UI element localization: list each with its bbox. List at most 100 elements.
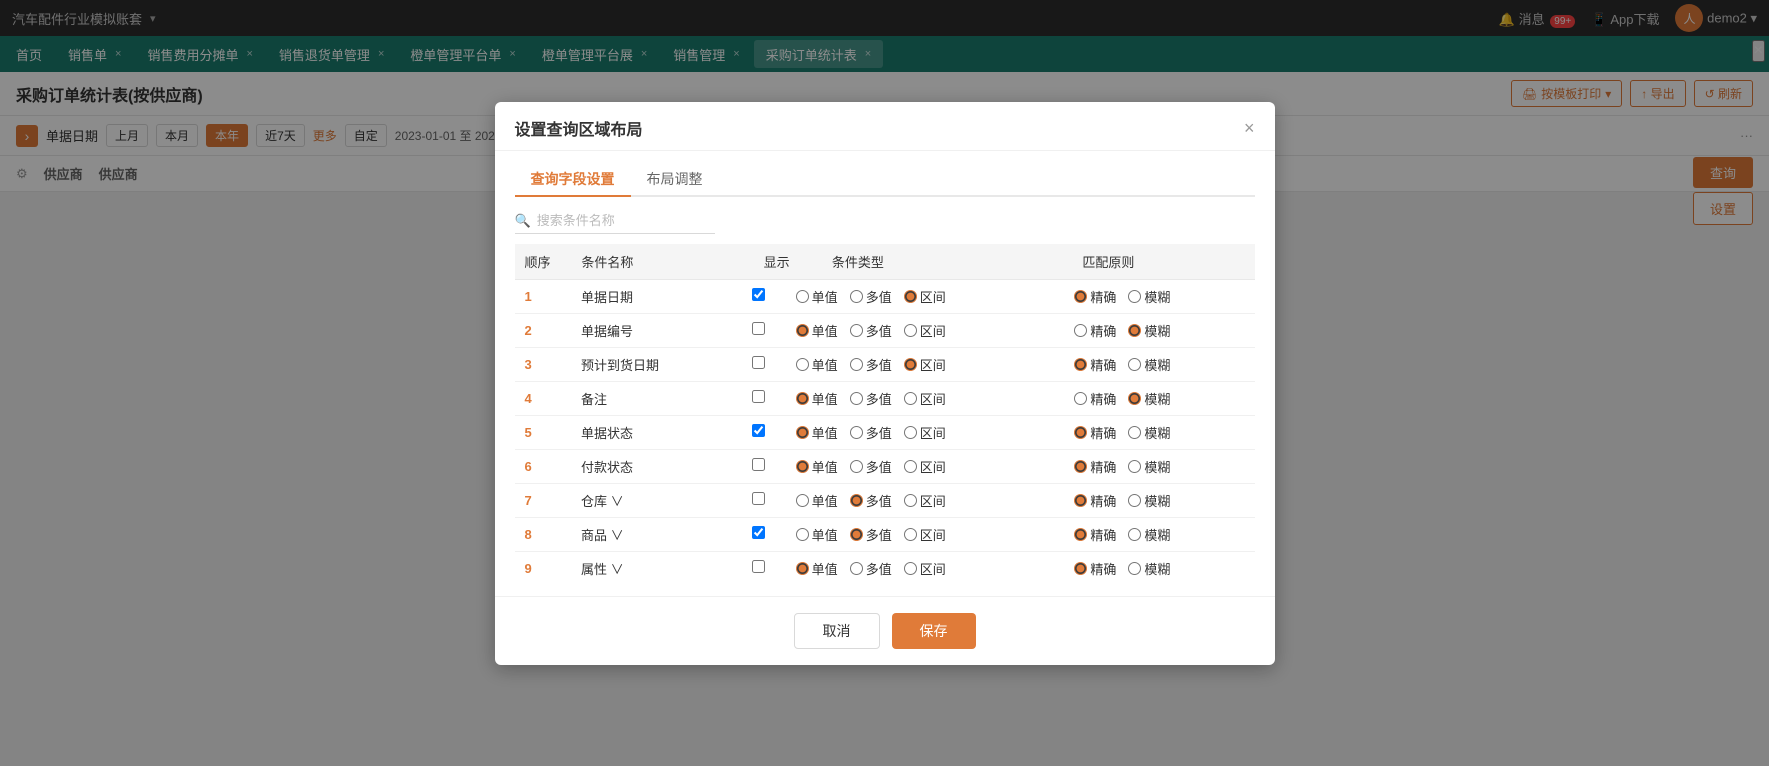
- match-option-模糊[interactable]: 模糊: [1128, 457, 1170, 476]
- row-order: 3: [515, 347, 571, 381]
- type-option-单值[interactable]: 单值: [796, 389, 838, 408]
- match-option-模糊[interactable]: 模糊: [1128, 321, 1170, 340]
- row-match-cell[interactable]: 精确模糊: [1064, 415, 1254, 449]
- type-option-单值[interactable]: 单值: [796, 287, 838, 306]
- row-show-cell[interactable]: [732, 381, 786, 415]
- type-option-多值[interactable]: 多值: [850, 355, 892, 374]
- row-show-cell[interactable]: [732, 517, 786, 551]
- match-option-精确[interactable]: 精确: [1074, 525, 1116, 544]
- row-show-cell[interactable]: [732, 347, 786, 381]
- type-option-单值[interactable]: 单值: [796, 559, 838, 578]
- match-option-模糊[interactable]: 模糊: [1128, 525, 1170, 544]
- row-type-cell[interactable]: 单值多值区间: [786, 280, 1065, 314]
- show-checkbox[interactable]: [752, 560, 765, 573]
- row-type-cell[interactable]: 单值多值区间: [786, 483, 1065, 517]
- row-type-cell[interactable]: 单值多值区间: [786, 551, 1065, 580]
- show-checkbox[interactable]: [752, 492, 765, 505]
- row-type-cell[interactable]: 单值多值区间: [786, 381, 1065, 415]
- type-option-单值[interactable]: 单值: [796, 321, 838, 340]
- cancel-button[interactable]: 取消: [794, 613, 880, 649]
- table-row: 7仓库 ∨单值多值区间精确模糊: [515, 483, 1255, 517]
- match-option-精确[interactable]: 精确: [1074, 287, 1116, 306]
- row-show-cell[interactable]: [732, 551, 786, 580]
- type-option-区间[interactable]: 区间: [904, 389, 946, 408]
- row-type-cell[interactable]: 单值多值区间: [786, 347, 1065, 381]
- type-option-区间[interactable]: 区间: [904, 321, 946, 340]
- match-option-精确[interactable]: 精确: [1074, 321, 1116, 340]
- settings-dialog: 设置查询区域布局 × 查询字段设置 布局调整 🔍: [495, 102, 1275, 665]
- type-option-区间[interactable]: 区间: [904, 355, 946, 374]
- row-show-cell[interactable]: [732, 449, 786, 483]
- type-option-多值[interactable]: 多值: [850, 423, 892, 442]
- row-show-cell[interactable]: [732, 415, 786, 449]
- type-option-区间[interactable]: 区间: [904, 457, 946, 476]
- dialog-tab-layout[interactable]: 布局调整: [631, 163, 719, 197]
- table-thead: 顺序 条件名称 显示 条件类型 匹配原则: [515, 244, 1255, 280]
- dialog-title: 设置查询区域布局: [515, 116, 643, 140]
- row-match-cell[interactable]: 精确模糊: [1064, 280, 1254, 314]
- match-option-精确[interactable]: 精确: [1074, 355, 1116, 374]
- show-checkbox[interactable]: [752, 526, 765, 539]
- row-order: 6: [515, 449, 571, 483]
- row-type-cell[interactable]: 单值多值区间: [786, 415, 1065, 449]
- row-order: 5: [515, 415, 571, 449]
- row-show-cell[interactable]: [732, 483, 786, 517]
- dialog-close-button[interactable]: ×: [1244, 119, 1255, 137]
- type-option-区间[interactable]: 区间: [904, 525, 946, 544]
- search-input[interactable]: [537, 213, 715, 228]
- row-match-cell[interactable]: 精确模糊: [1064, 449, 1254, 483]
- row-type-cell[interactable]: 单值多值区间: [786, 313, 1065, 347]
- row-match-cell[interactable]: 精确模糊: [1064, 347, 1254, 381]
- row-show-cell[interactable]: [732, 280, 786, 314]
- type-option-单值[interactable]: 单值: [796, 525, 838, 544]
- save-button[interactable]: 保存: [892, 613, 976, 649]
- type-option-区间[interactable]: 区间: [904, 287, 946, 306]
- conditions-scroll-body[interactable]: 1单据日期单值多值区间精确模糊2单据编号单值多值区间精确模糊3预计到货日期单值多…: [515, 280, 1255, 580]
- type-option-单值[interactable]: 单值: [796, 491, 838, 510]
- match-option-精确[interactable]: 精确: [1074, 559, 1116, 578]
- match-option-模糊[interactable]: 模糊: [1128, 389, 1170, 408]
- row-condition-name: 付款状态: [571, 449, 732, 483]
- show-checkbox[interactable]: [752, 424, 765, 437]
- type-option-单值[interactable]: 单值: [796, 423, 838, 442]
- match-option-模糊[interactable]: 模糊: [1128, 559, 1170, 578]
- match-option-精确[interactable]: 精确: [1074, 423, 1116, 442]
- row-type-cell[interactable]: 单值多值区间: [786, 517, 1065, 551]
- show-checkbox[interactable]: [752, 322, 765, 335]
- type-option-单值[interactable]: 单值: [796, 457, 838, 476]
- match-option-模糊[interactable]: 模糊: [1128, 355, 1170, 374]
- match-option-模糊[interactable]: 模糊: [1128, 491, 1170, 510]
- match-option-模糊[interactable]: 模糊: [1128, 423, 1170, 442]
- show-checkbox[interactable]: [752, 390, 765, 403]
- type-option-多值[interactable]: 多值: [850, 559, 892, 578]
- row-type-cell[interactable]: 单值多值区间: [786, 449, 1065, 483]
- show-checkbox[interactable]: [752, 356, 765, 369]
- type-option-多值[interactable]: 多值: [850, 491, 892, 510]
- type-option-多值[interactable]: 多值: [850, 321, 892, 340]
- type-option-区间[interactable]: 区间: [904, 559, 946, 578]
- type-option-多值[interactable]: 多值: [850, 457, 892, 476]
- row-match-cell[interactable]: 精确模糊: [1064, 551, 1254, 580]
- table-row: 2单据编号单值多值区间精确模糊: [515, 313, 1255, 347]
- show-checkbox[interactable]: [752, 458, 765, 471]
- row-match-cell[interactable]: 精确模糊: [1064, 517, 1254, 551]
- type-option-单值[interactable]: 单值: [796, 355, 838, 374]
- match-option-模糊[interactable]: 模糊: [1128, 287, 1170, 306]
- row-match-cell[interactable]: 精确模糊: [1064, 313, 1254, 347]
- row-show-cell[interactable]: [732, 313, 786, 347]
- match-option-精确[interactable]: 精确: [1074, 491, 1116, 510]
- type-option-多值[interactable]: 多值: [850, 287, 892, 306]
- row-match-cell[interactable]: 精确模糊: [1064, 381, 1254, 415]
- show-checkbox[interactable]: [752, 288, 765, 301]
- row-match-cell[interactable]: 精确模糊: [1064, 483, 1254, 517]
- match-option-精确[interactable]: 精确: [1074, 389, 1116, 408]
- type-option-区间[interactable]: 区间: [904, 491, 946, 510]
- match-option-精确[interactable]: 精确: [1074, 457, 1116, 476]
- row-condition-name: 仓库 ∨: [571, 483, 732, 517]
- type-option-区间[interactable]: 区间: [904, 423, 946, 442]
- dialog-tab-query-fields[interactable]: 查询字段设置: [515, 163, 631, 197]
- type-option-多值[interactable]: 多值: [850, 525, 892, 544]
- table-row: 4备注单值多值区间精确模糊: [515, 381, 1255, 415]
- table-row: 6付款状态单值多值区间精确模糊: [515, 449, 1255, 483]
- type-option-多值[interactable]: 多值: [850, 389, 892, 408]
